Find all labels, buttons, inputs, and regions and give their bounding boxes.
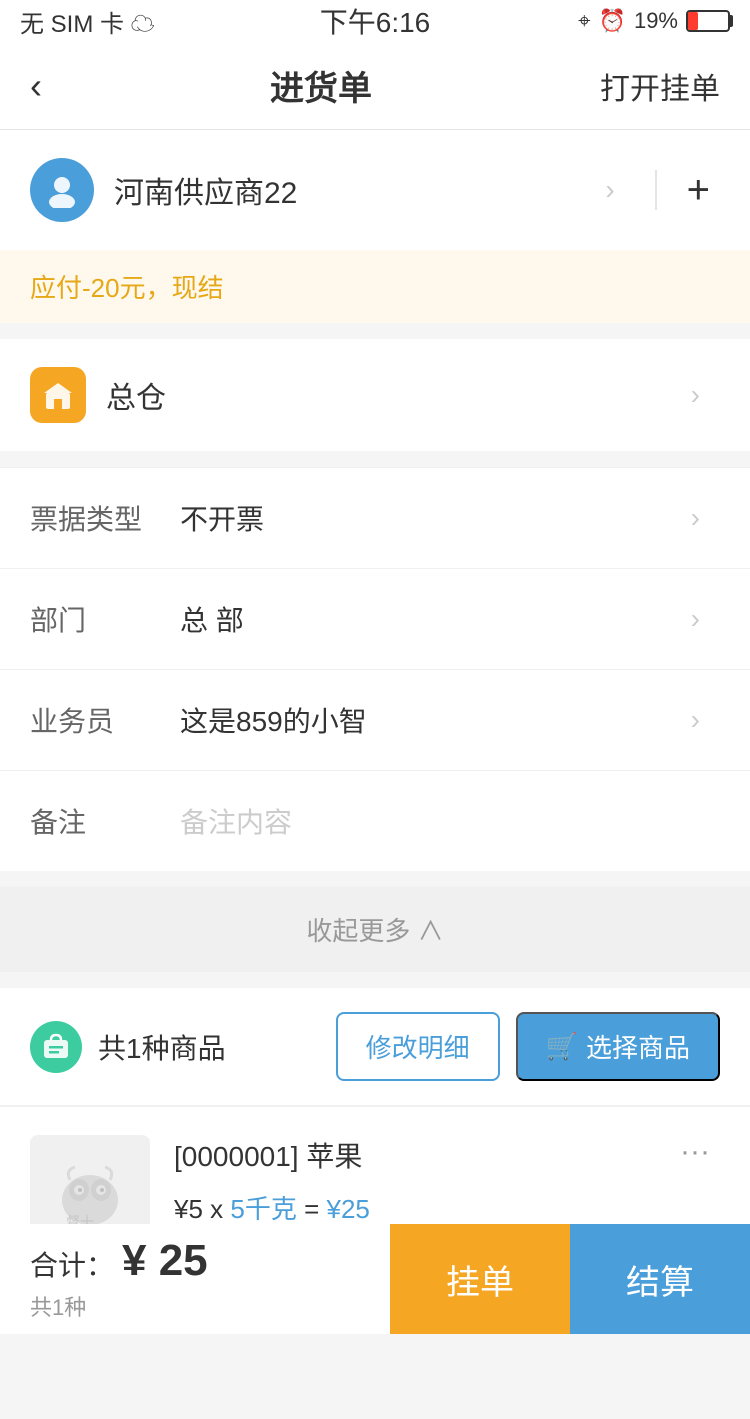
warehouse-icon — [30, 367, 86, 423]
form-section: 票据类型 不开票 › 部门 总 部 › 业务员 这是859的小智 › 备注 备注… — [0, 467, 750, 871]
status-time: 下午6:16 — [320, 1, 431, 41]
status-right: ⌖ ⏰ 19% — [578, 8, 730, 34]
notice-bar: 应付-20元，现结 — [0, 250, 750, 323]
ticket-type-label: 票据类型 — [30, 498, 160, 538]
open-pending-button[interactable]: 打开挂单 — [600, 64, 720, 108]
remark-input[interactable]: 备注内容 — [160, 801, 720, 841]
alarm-icon: ⏰ — [599, 8, 626, 34]
total-count: 共1种 — [30, 1290, 360, 1322]
warehouse-section: 总仓 › — [0, 339, 750, 451]
checkout-button[interactable]: 结算 — [570, 1224, 750, 1334]
product-name: [0000001] 苹果 — [174, 1135, 670, 1175]
supplier-avatar — [30, 158, 94, 222]
battery-percent: 19% — [634, 8, 678, 34]
ticket-type-row[interactable]: 票据类型 不开票 › — [0, 467, 750, 568]
product-code: [0000001] — [174, 1141, 299, 1172]
battery-icon — [686, 10, 730, 32]
status-left: 无 SIM 卡 ☁ — [20, 4, 155, 39]
product-price: ¥5 x 5千克 = ¥25 — [174, 1189, 670, 1226]
total-line1: 合计： ¥ 25 — [30, 1236, 360, 1286]
select-product-button[interactable]: 🛒 选择商品 — [516, 1012, 720, 1081]
location-icon: ⌖ — [578, 8, 590, 34]
ticket-type-value: 不开票 — [160, 498, 691, 538]
salesperson-row[interactable]: 业务员 这是859的小智 › — [0, 669, 750, 770]
warehouse-row[interactable]: 总仓 › — [0, 339, 750, 451]
remark-label: 备注 — [30, 801, 160, 841]
total-amount: ¥ 25 — [122, 1236, 208, 1286]
supplier-row[interactable]: 河南供应商22 › + — [0, 130, 750, 250]
salesperson-chevron-icon: › — [691, 704, 700, 736]
add-supplier-button[interactable]: + — [677, 168, 720, 213]
sim-label: 无 SIM 卡 ☁ — [20, 4, 155, 39]
warehouse-name: 总仓 — [106, 373, 691, 417]
department-label: 部门 — [30, 599, 160, 639]
salesperson-value: 这是859的小智 — [160, 700, 691, 740]
department-row[interactable]: 部门 总 部 › — [0, 568, 750, 669]
total-label: 合计： — [30, 1244, 114, 1284]
product-unit-price: ¥5 — [174, 1194, 203, 1224]
nav-bar: ‹ 进货单 打开挂单 — [0, 42, 750, 130]
products-header: 共1种商品 修改明细 🛒 选择商品 — [0, 988, 750, 1106]
department-value: 总 部 — [160, 599, 691, 639]
department-chevron-icon: › — [691, 603, 700, 635]
salesperson-label: 业务员 — [30, 700, 160, 740]
hang-order-button[interactable]: 挂单 — [390, 1224, 570, 1334]
ticket-type-chevron-icon: › — [691, 502, 700, 534]
page-title: 进货单 — [270, 61, 372, 110]
warehouse-chevron-icon: › — [691, 379, 700, 411]
collapse-bar[interactable]: 收起更多 ∧ — [0, 887, 750, 972]
edit-detail-button[interactable]: 修改明细 — [336, 1012, 500, 1081]
supplier-name: 河南供应商22 — [114, 168, 605, 212]
product-quantity: 5千克 — [230, 1194, 296, 1224]
back-button[interactable]: ‹ — [30, 65, 42, 107]
divider — [655, 170, 657, 210]
products-icon — [30, 1021, 82, 1073]
product-more-button[interactable]: ··· — [670, 1135, 720, 1169]
products-count-label: 共1种商品 — [98, 1027, 336, 1067]
remark-row[interactable]: 备注 备注内容 — [0, 770, 750, 871]
product-total: ¥25 — [327, 1194, 370, 1224]
product-title-text: 苹果 — [306, 1141, 362, 1172]
cart-icon: 🛒 — [546, 1031, 578, 1062]
total-area: 合计： ¥ 25 共1种 — [0, 1224, 390, 1334]
bottom-bar: 合计： ¥ 25 共1种 挂单 结算 — [0, 1224, 750, 1334]
status-bar: 无 SIM 卡 ☁ 下午6:16 ⌖ ⏰ 19% — [0, 0, 750, 42]
product-info: [0000001] 苹果 ¥5 x 5千克 = ¥25 — [174, 1135, 670, 1226]
supplier-chevron-icon: › — [605, 174, 614, 206]
supplier-section: 河南供应商22 › + 应付-20元，现结 — [0, 130, 750, 323]
